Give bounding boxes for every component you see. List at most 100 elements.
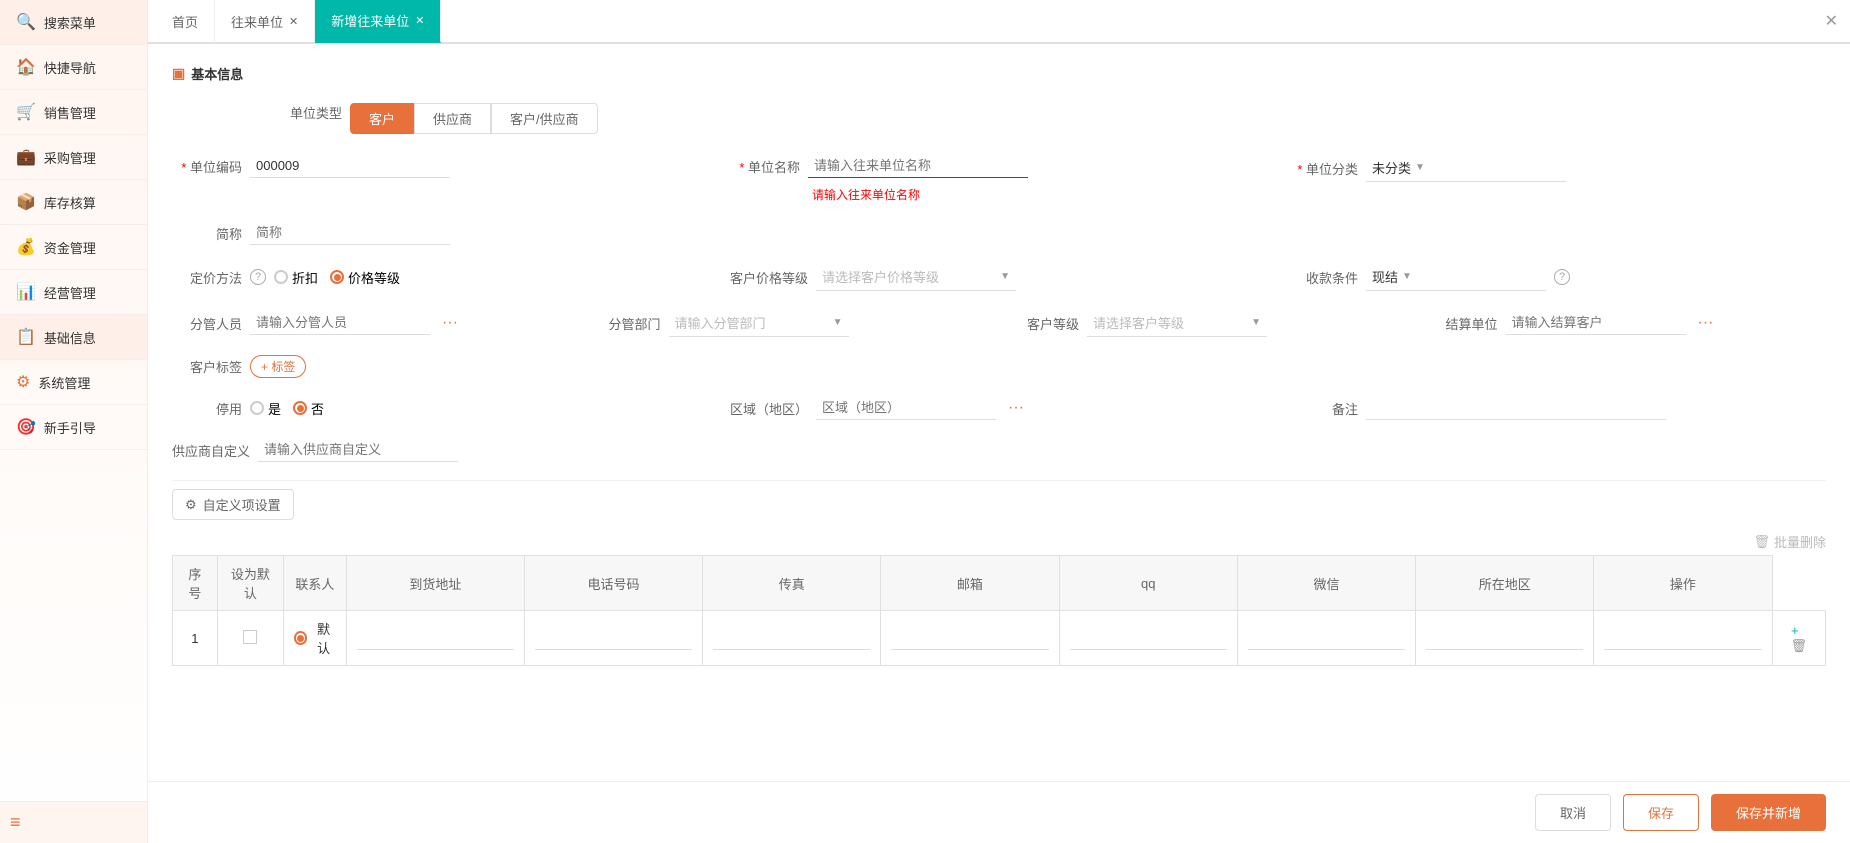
customer-level-select[interactable]: 请选择客户等级 ▼ — [1087, 309, 1267, 337]
row-email-input[interactable] — [1059, 611, 1237, 666]
pricing-level-label: 价格等级 — [348, 268, 400, 287]
default-checkbox[interactable] — [243, 630, 257, 644]
supplier-custom-input[interactable] — [258, 438, 458, 462]
tab-bar-close-button[interactable]: ✕ — [1825, 11, 1838, 31]
sidebar: 🔍 搜索菜单 🏠 快捷导航 🛒 销售管理 💼 采购管理 📦 库存核算 💰 资金管… — [0, 0, 148, 843]
row-region-input[interactable] — [1604, 626, 1761, 650]
row-default-checkbox[interactable] — [217, 611, 283, 666]
batch-delete-area: 🗑 批量删除 — [172, 532, 1826, 551]
fax-input[interactable] — [891, 626, 1048, 650]
col-contact: 联系人 — [284, 556, 347, 611]
col-email: 邮箱 — [881, 556, 1059, 611]
payment-condition-label: 收款条件 — [1288, 268, 1358, 287]
manager-row: 分管人员 ··· 分管部门 请输入分管部门 ▼ 客户等级 请选择客户等级 ▼ — [172, 309, 1826, 337]
unit-type-supplier-button[interactable]: 供应商 — [414, 103, 491, 134]
disabled-yes-label: 是 — [268, 399, 281, 418]
disabled-yes-option[interactable]: 是 — [250, 399, 281, 418]
cancel-button[interactable]: 取消 — [1535, 794, 1611, 831]
tab-home[interactable]: 首页 — [156, 0, 215, 43]
unit-type-customer-button[interactable]: 客户 — [350, 103, 414, 134]
row-address-input[interactable] — [524, 611, 702, 666]
unit-category-select[interactable]: 未分类 ▼ — [1366, 154, 1566, 182]
manager-more-button[interactable]: ··· — [438, 314, 462, 332]
row-contact-input[interactable] — [346, 611, 524, 666]
unit-type-both-button[interactable]: 客户/供应商 — [491, 103, 598, 134]
sidebar-item-system[interactable]: ⚙ 系统管理 — [0, 360, 147, 405]
unit-category-group: 单位分类 未分类 ▼ — [1288, 154, 1826, 182]
tab-new-partner[interactable]: 新增往来单位 ✕ — [315, 0, 441, 43]
note-label: 备注 — [1288, 399, 1358, 418]
unit-name-input[interactable] — [808, 154, 1028, 178]
short-name-input[interactable] — [250, 221, 450, 245]
row-wechat-input[interactable] — [1416, 611, 1594, 666]
wechat-input[interactable] — [1426, 626, 1583, 650]
sidebar-item-quicknav[interactable]: 🏠 快捷导航 — [0, 45, 147, 90]
row-add-button[interactable]: + — [1791, 623, 1799, 638]
row-phone-input[interactable] — [703, 611, 881, 666]
note-input[interactable] — [1366, 396, 1666, 420]
contact-table: 序号 设为默认 联系人 到货地址 电话号码 传真 邮箱 qq 微信 所在地区 操… — [172, 555, 1826, 666]
region-more-button[interactable]: ··· — [1004, 399, 1028, 417]
sidebar-item-search[interactable]: 🔍 搜索菜单 — [0, 0, 147, 45]
tab-new-partner-close[interactable]: ✕ — [415, 14, 424, 27]
tab-bar: 首页 往来单位 ✕ 新增往来单位 ✕ ✕ — [148, 0, 1850, 44]
payment-condition-select[interactable]: 现结 ▼ — [1366, 263, 1546, 291]
purchase-icon: 💼 — [16, 147, 36, 167]
phone-input[interactable] — [713, 626, 870, 650]
col-action: 操作 — [1594, 556, 1772, 611]
row-default-option[interactable]: 默认 — [294, 619, 336, 657]
region-input[interactable] — [816, 396, 996, 420]
sidebar-item-guide[interactable]: 🎯 新手引导 — [0, 405, 147, 450]
col-address: 到货地址 — [346, 556, 524, 611]
pricing-help-icon[interactable]: ? — [250, 269, 266, 285]
row-fax-input[interactable] — [881, 611, 1059, 666]
settlement-input[interactable] — [1506, 311, 1686, 335]
sidebar-item-label: 资金管理 — [44, 238, 96, 257]
tab-partners-close[interactable]: ✕ — [289, 15, 298, 28]
dept-select[interactable]: 请输入分管部门 ▼ — [669, 309, 849, 337]
settlement-group: 结算单位 ··· — [1428, 311, 1827, 335]
row-region-input[interactable] — [1594, 611, 1772, 666]
dept-group: 分管部门 请输入分管部门 ▼ — [591, 309, 990, 337]
tab-partners[interactable]: 往来单位 ✕ — [215, 0, 315, 43]
sidebar-item-purchase[interactable]: 💼 采购管理 — [0, 135, 147, 180]
dept-placeholder: 请输入分管部门 — [675, 313, 829, 332]
sidebar-item-sales[interactable]: 🛒 销售管理 — [0, 90, 147, 135]
email-input[interactable] — [1070, 626, 1227, 650]
payment-help-icon[interactable]: ? — [1554, 269, 1570, 285]
short-name-label: 简称 — [172, 224, 242, 243]
save-button[interactable]: 保存 — [1623, 794, 1699, 831]
row-delete-button[interactable]: 🗑 — [1791, 638, 1808, 653]
sidebar-item-basic[interactable]: 📋 基础信息 — [0, 315, 147, 360]
table-row: 1 默认 — [173, 611, 1826, 666]
custom-settings-button[interactable]: ⚙ 自定义项设置 — [172, 489, 294, 520]
tab-home-label: 首页 — [172, 12, 198, 31]
qq-input[interactable] — [1248, 626, 1405, 650]
manager-input[interactable] — [250, 311, 430, 335]
disabled-group: 停用 是 否 — [172, 399, 710, 418]
address-input[interactable] — [535, 626, 692, 650]
pricing-discount-option[interactable]: 折扣 — [274, 268, 318, 287]
settlement-more-button[interactable]: ··· — [1694, 314, 1718, 332]
row-seq: 1 — [173, 611, 218, 666]
unit-code-input[interactable] — [250, 154, 450, 178]
customer-price-placeholder: 请选择客户价格等级 — [822, 267, 996, 286]
sidebar-item-operations[interactable]: 📊 经营管理 — [0, 270, 147, 315]
add-tag-button[interactable]: + 标签 — [250, 355, 306, 378]
short-name-row: 简称 — [172, 221, 1826, 245]
disabled-no-option[interactable]: 否 — [293, 399, 324, 418]
sidebar-expand-icon[interactable]: ≡ — [10, 812, 21, 833]
save-and-new-button[interactable]: 保存并新增 — [1711, 794, 1826, 831]
customer-level-placeholder: 请选择客户等级 — [1093, 313, 1247, 332]
customer-price-label: 客户价格等级 — [730, 268, 808, 287]
customer-price-select[interactable]: 请选择客户价格等级 ▼ — [816, 263, 1016, 291]
row-qq-input[interactable] — [1237, 611, 1415, 666]
pricing-level-option[interactable]: 价格等级 — [330, 268, 400, 287]
contact-input[interactable] — [357, 626, 514, 650]
sidebar-item-label: 库存核算 — [44, 193, 96, 212]
operations-icon: 📊 — [16, 282, 36, 302]
batch-delete-label[interactable]: 批量删除 — [1774, 532, 1826, 551]
customer-level-label: 客户等级 — [1009, 314, 1079, 333]
sidebar-item-inventory[interactable]: 📦 库存核算 — [0, 180, 147, 225]
sidebar-item-finance[interactable]: 💰 资金管理 — [0, 225, 147, 270]
